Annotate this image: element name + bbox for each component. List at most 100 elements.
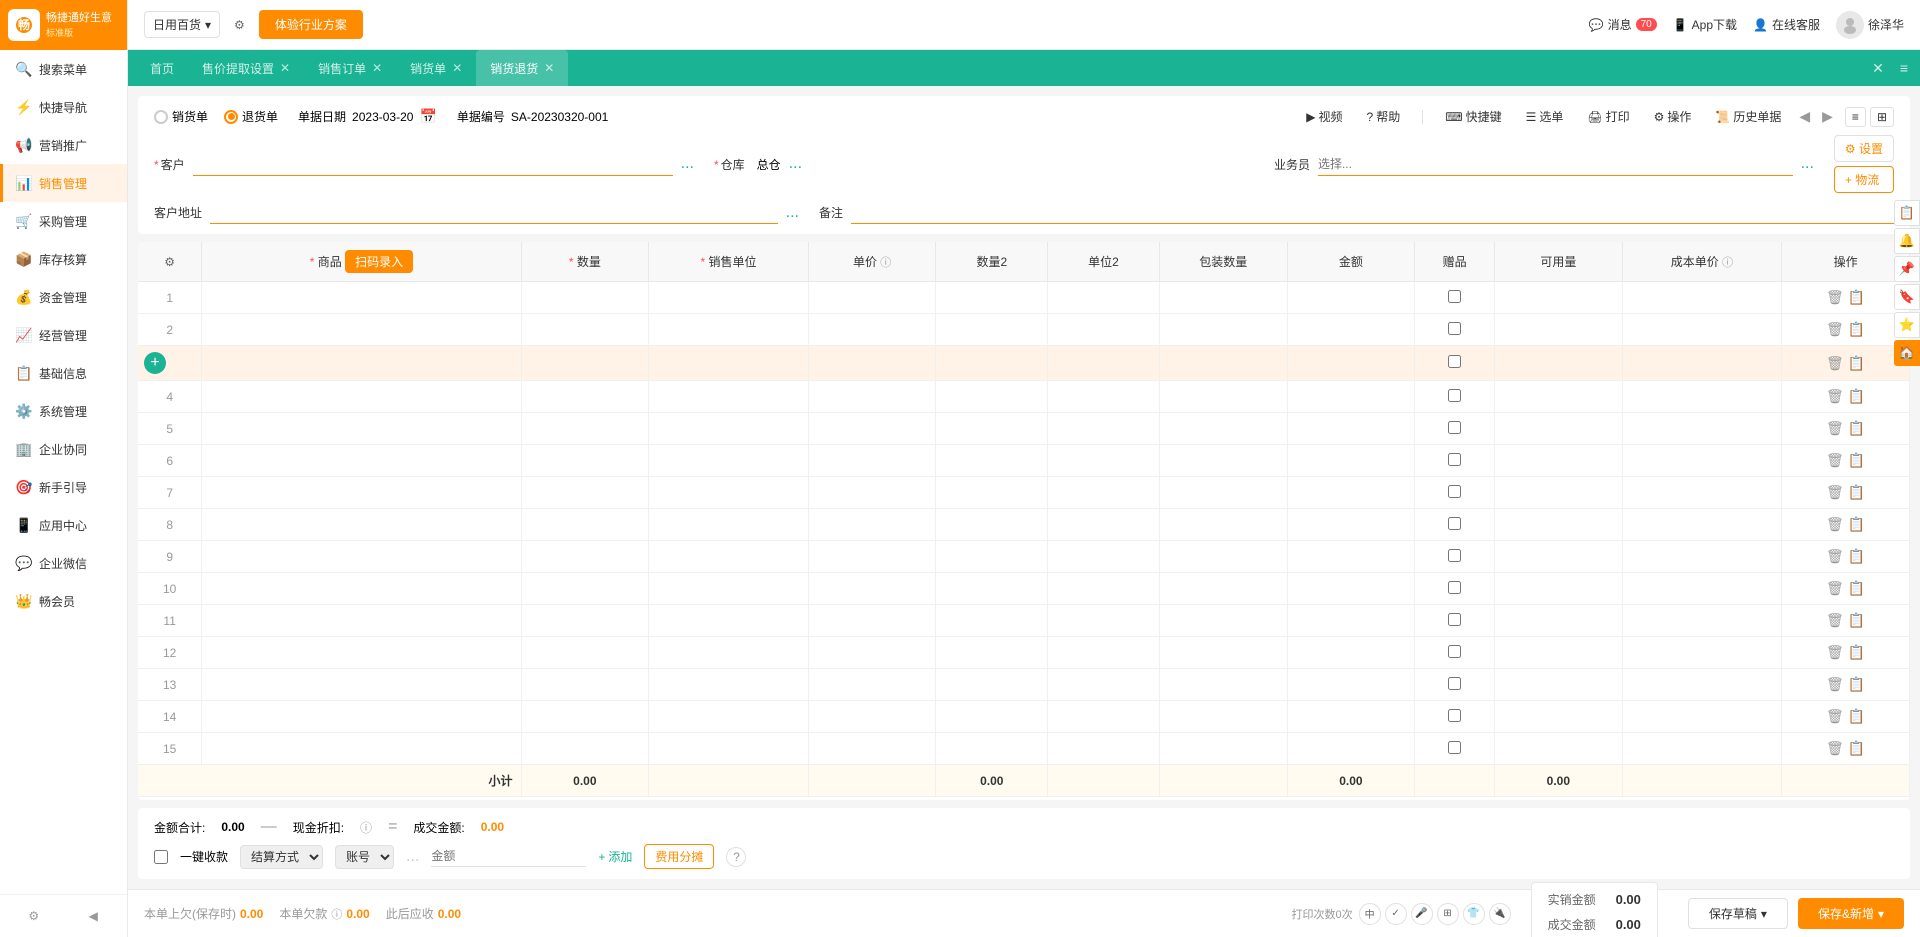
copy-row-button[interactable]: 📋 xyxy=(1848,516,1865,533)
try-solution-button[interactable]: 体验行业方案 xyxy=(259,10,363,39)
gift-checkbox[interactable] xyxy=(1448,389,1461,402)
add-row-button[interactable]: + xyxy=(144,352,166,374)
sidebar-item-inventory[interactable]: 📦 库存核算 xyxy=(0,240,127,278)
gift-checkbox[interactable] xyxy=(1448,677,1461,690)
copy-row-button[interactable]: 📋 xyxy=(1848,388,1865,405)
add-logistics-button[interactable]: + 物流 xyxy=(1834,166,1894,193)
copy-row-button[interactable]: 📋 xyxy=(1848,708,1865,725)
copy-row-button[interactable]: 📋 xyxy=(1848,580,1865,597)
copy-row-button[interactable]: 📋 xyxy=(1848,289,1865,306)
right-sidebar-btn-1[interactable]: 📋 xyxy=(1894,200,1920,226)
customer-lookup-button[interactable]: ... xyxy=(681,155,694,173)
delete-row-button[interactable]: 🗑 xyxy=(1826,321,1844,338)
tab-sales-return[interactable]: 销货退货 ✕ xyxy=(476,50,568,86)
video-button[interactable]: ▶ 视频 xyxy=(1300,106,1348,127)
fee-help-button[interactable]: ? xyxy=(726,847,746,867)
select-button[interactable]: ☰ 选单 xyxy=(1520,106,1570,127)
help-button[interactable]: ? 帮助 xyxy=(1361,106,1407,127)
gift-checkbox[interactable] xyxy=(1448,741,1461,754)
gift-checkbox[interactable] xyxy=(1448,517,1461,530)
copy-row-button[interactable]: 📋 xyxy=(1848,740,1865,757)
copy-row-button[interactable]: 📋 xyxy=(1848,452,1865,469)
delete-row-button[interactable]: 🗑 xyxy=(1826,548,1844,565)
delete-row-button[interactable]: 🗑 xyxy=(1826,676,1844,693)
address-lookup-button[interactable]: ... xyxy=(786,204,799,222)
sidebar-item-sales[interactable]: 📊 销售管理 xyxy=(0,164,127,202)
user-profile-item[interactable]: 徐泽华 xyxy=(1836,11,1904,39)
tab-price-settings-close[interactable]: ✕ xyxy=(280,61,290,75)
sidebar-item-finance[interactable]: 💰 资金管理 xyxy=(0,278,127,316)
gift-checkbox[interactable] xyxy=(1448,355,1461,368)
scan-button[interactable]: 扫码录入 xyxy=(345,250,413,273)
save-draft-button[interactable]: 保存草稿 ▾ xyxy=(1688,898,1788,929)
save-new-button[interactable]: 保存&新增 ▾ xyxy=(1798,898,1904,929)
discount-info-button[interactable]: ⓘ xyxy=(360,819,372,836)
taskbar-btn-5[interactable]: 👕 xyxy=(1463,903,1485,925)
date-picker-button[interactable]: 📅 xyxy=(419,108,436,125)
delete-row-button[interactable]: 🗑 xyxy=(1826,740,1844,757)
account-select[interactable]: 账号 xyxy=(335,845,394,869)
print-button[interactable]: 🖨 打印 xyxy=(1581,106,1635,127)
sidebar-item-operations[interactable]: 📈 经营管理 xyxy=(0,316,127,354)
copy-row-button[interactable]: 📋 xyxy=(1848,321,1865,338)
product-input-active[interactable] xyxy=(208,356,514,370)
delete-row-button[interactable]: 🗑 xyxy=(1826,612,1844,629)
remark-input[interactable] xyxy=(851,201,1894,224)
tab-menu-button[interactable]: ≡ xyxy=(1896,58,1912,79)
copy-row-button[interactable]: 📋 xyxy=(1848,420,1865,437)
right-sidebar-btn-4[interactable]: 🔖 xyxy=(1894,284,1920,310)
gift-checkbox[interactable] xyxy=(1448,581,1461,594)
customer-input[interactable] xyxy=(193,153,673,176)
one-click-collect-checkbox[interactable] xyxy=(154,850,168,864)
sidebar-item-member[interactable]: 👑 畅会员 xyxy=(0,582,127,620)
shortcut-button[interactable]: ⌨ 快捷键 xyxy=(1439,106,1507,127)
delete-row-button[interactable]: 🗑 xyxy=(1826,484,1844,501)
form-settings-button[interactable]: ⚙ 设置 xyxy=(1834,135,1894,162)
delete-row-button[interactable]: 🗑 xyxy=(1826,708,1844,725)
gift-checkbox[interactable] xyxy=(1448,421,1461,434)
settle-method-select[interactable]: 结算方式 xyxy=(240,845,323,869)
sidebar-item-app-center[interactable]: 📱 应用中心 xyxy=(0,506,127,544)
tab-sales-close[interactable]: ✕ xyxy=(452,61,462,75)
taskbar-btn-6[interactable]: 🔌 xyxy=(1489,903,1511,925)
history-button[interactable]: 📜 历史单据 xyxy=(1709,106,1787,127)
copy-row-button[interactable]: 📋 xyxy=(1848,644,1865,661)
sidebar-item-quick-nav[interactable]: ⚡ 快捷导航 xyxy=(0,88,127,126)
view-grid-button[interactable]: ⊞ xyxy=(1870,107,1894,127)
gift-checkbox[interactable] xyxy=(1448,645,1461,658)
add-fee-button[interactable]: + 添加 xyxy=(598,848,632,865)
delete-row-button[interactable]: 🗑 xyxy=(1826,289,1844,306)
notification-item[interactable]: 💬 消息 70 xyxy=(1589,16,1657,33)
radio-return[interactable]: 退货单 xyxy=(224,108,278,125)
copy-row-button[interactable]: 📋 xyxy=(1848,548,1865,565)
table-settings-button[interactable]: ⚙ xyxy=(164,255,175,269)
radio-sales[interactable]: 销货单 xyxy=(154,108,208,125)
sidebar-item-basic-info[interactable]: 📋 基础信息 xyxy=(0,354,127,392)
delete-row-button[interactable]: 🗑 xyxy=(1826,580,1844,597)
sidebar-item-new-guide[interactable]: 🎯 新手引导 xyxy=(0,468,127,506)
gift-checkbox[interactable] xyxy=(1448,322,1461,335)
prev-record-button[interactable]: ◀ xyxy=(1799,108,1810,125)
taskbar-btn-3[interactable]: 🎤 xyxy=(1411,903,1433,925)
tab-home[interactable]: 首页 xyxy=(136,50,188,86)
topbar-settings-button[interactable]: ⚙ xyxy=(230,14,249,36)
delete-row-button[interactable]: 🗑 xyxy=(1826,388,1844,405)
tab-sales[interactable]: 销货单 ✕ xyxy=(396,50,476,86)
app-download-item[interactable]: 📱 App下载 xyxy=(1673,16,1737,33)
sidebar-item-system[interactable]: ⚙️ 系统管理 xyxy=(0,392,127,430)
delete-row-button[interactable]: 🗑 xyxy=(1826,644,1844,661)
taskbar-btn-2[interactable]: ✓ xyxy=(1385,903,1407,925)
online-support-item[interactable]: 👤 在线客服 xyxy=(1753,16,1820,33)
right-sidebar-btn-5[interactable]: ⭐ xyxy=(1894,312,1920,338)
next-record-button[interactable]: ▶ xyxy=(1822,108,1833,125)
right-sidebar-btn-3[interactable]: 📌 xyxy=(1894,256,1920,282)
tab-sales-order-close[interactable]: ✕ xyxy=(372,61,382,75)
delete-row-button[interactable]: 🗑 xyxy=(1826,452,1844,469)
copy-row-button[interactable]: 📋 xyxy=(1848,484,1865,501)
view-list-button[interactable]: ≡ xyxy=(1845,107,1866,127)
taskbar-btn-1[interactable]: 中 xyxy=(1359,903,1381,925)
salesperson-lookup-button[interactable]: ... xyxy=(1801,155,1814,173)
address-input[interactable] xyxy=(210,201,778,224)
delete-row-button[interactable]: 🗑 xyxy=(1826,355,1844,372)
tab-close-all-button[interactable]: ✕ xyxy=(1868,58,1888,79)
